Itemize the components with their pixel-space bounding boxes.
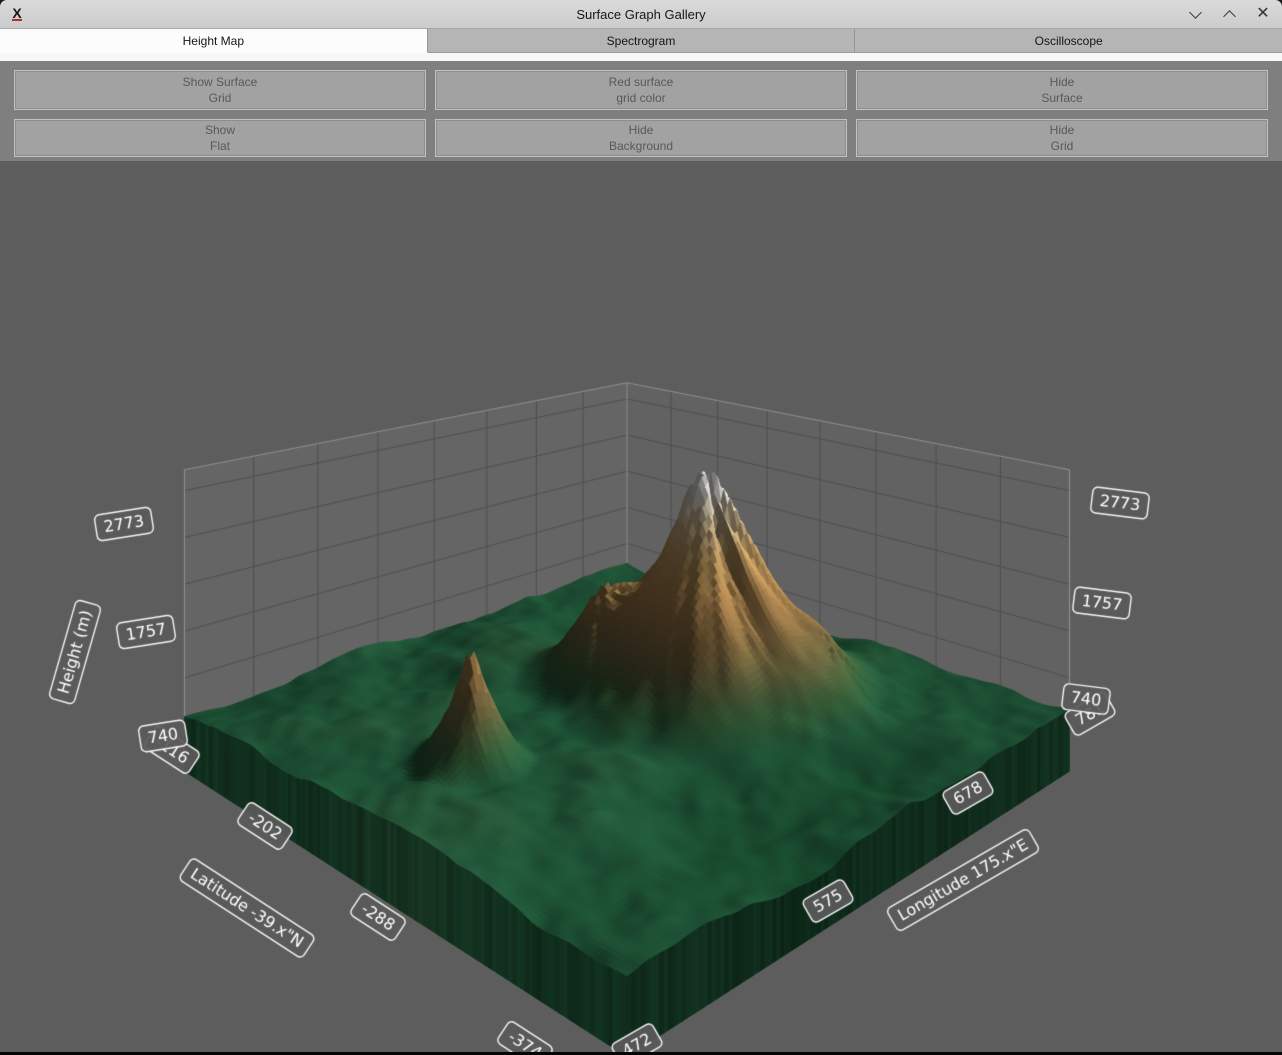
toggle-surface-grid-button[interactable]: Show Surface Grid <box>14 70 426 110</box>
button-label-line: grid color <box>616 90 665 106</box>
tab-bar: Height Map Spectrogram Oscilloscope <box>0 29 1282 53</box>
shade-window-button[interactable] <box>1186 5 1204 23</box>
button-label-line: Grid <box>1051 138 1074 154</box>
app-icon: X <box>8 5 26 23</box>
tab-height-map[interactable]: Height Map <box>0 29 428 53</box>
chevron-down-icon <box>1189 6 1202 19</box>
toggle-surface-button[interactable]: Hide Surface <box>856 70 1268 110</box>
button-label-line: Grid <box>209 90 232 106</box>
button-label-line: Show Surface <box>183 74 258 90</box>
titlebar[interactable]: X Surface Graph Gallery ✕ <box>0 0 1282 29</box>
controls-panel: Show Surface Grid Red surface grid color… <box>0 61 1282 161</box>
window-title: Surface Graph Gallery <box>0 7 1282 22</box>
button-label-line: Show <box>205 122 235 138</box>
surface-grid-color-button[interactable]: Red surface grid color <box>435 70 847 110</box>
tab-pane-margin <box>0 53 1282 61</box>
toggle-flat-button[interactable]: Show Flat <box>14 119 426 157</box>
toggle-background-button[interactable]: Hide Background <box>435 119 847 157</box>
toggle-grid-button[interactable]: Hide Grid <box>856 119 1268 157</box>
app-icon-glyph: X <box>12 7 21 21</box>
tab-spectrogram[interactable]: Spectrogram <box>428 29 856 52</box>
button-label-line: Hide <box>1050 122 1075 138</box>
close-icon: ✕ <box>1256 6 1269 22</box>
surface-chart-area[interactable] <box>0 161 1282 1052</box>
surface-3d-canvas[interactable] <box>0 161 1282 1052</box>
button-label-line: Background <box>609 138 673 154</box>
button-label-line: Hide <box>629 122 654 138</box>
close-window-button[interactable]: ✕ <box>1254 5 1272 23</box>
app-window: X Surface Graph Gallery ✕ Height Map Spe… <box>0 0 1282 1055</box>
button-label-line: Flat <box>210 138 230 154</box>
button-label-line: Surface <box>1041 90 1082 106</box>
chevron-up-icon <box>1223 10 1236 23</box>
tab-oscilloscope[interactable]: Oscilloscope <box>855 29 1282 52</box>
maximize-window-button[interactable] <box>1220 5 1238 23</box>
button-label-line: Hide <box>1050 74 1075 90</box>
button-label-line: Red surface <box>609 74 674 90</box>
window-controls: ✕ <box>1186 0 1272 28</box>
